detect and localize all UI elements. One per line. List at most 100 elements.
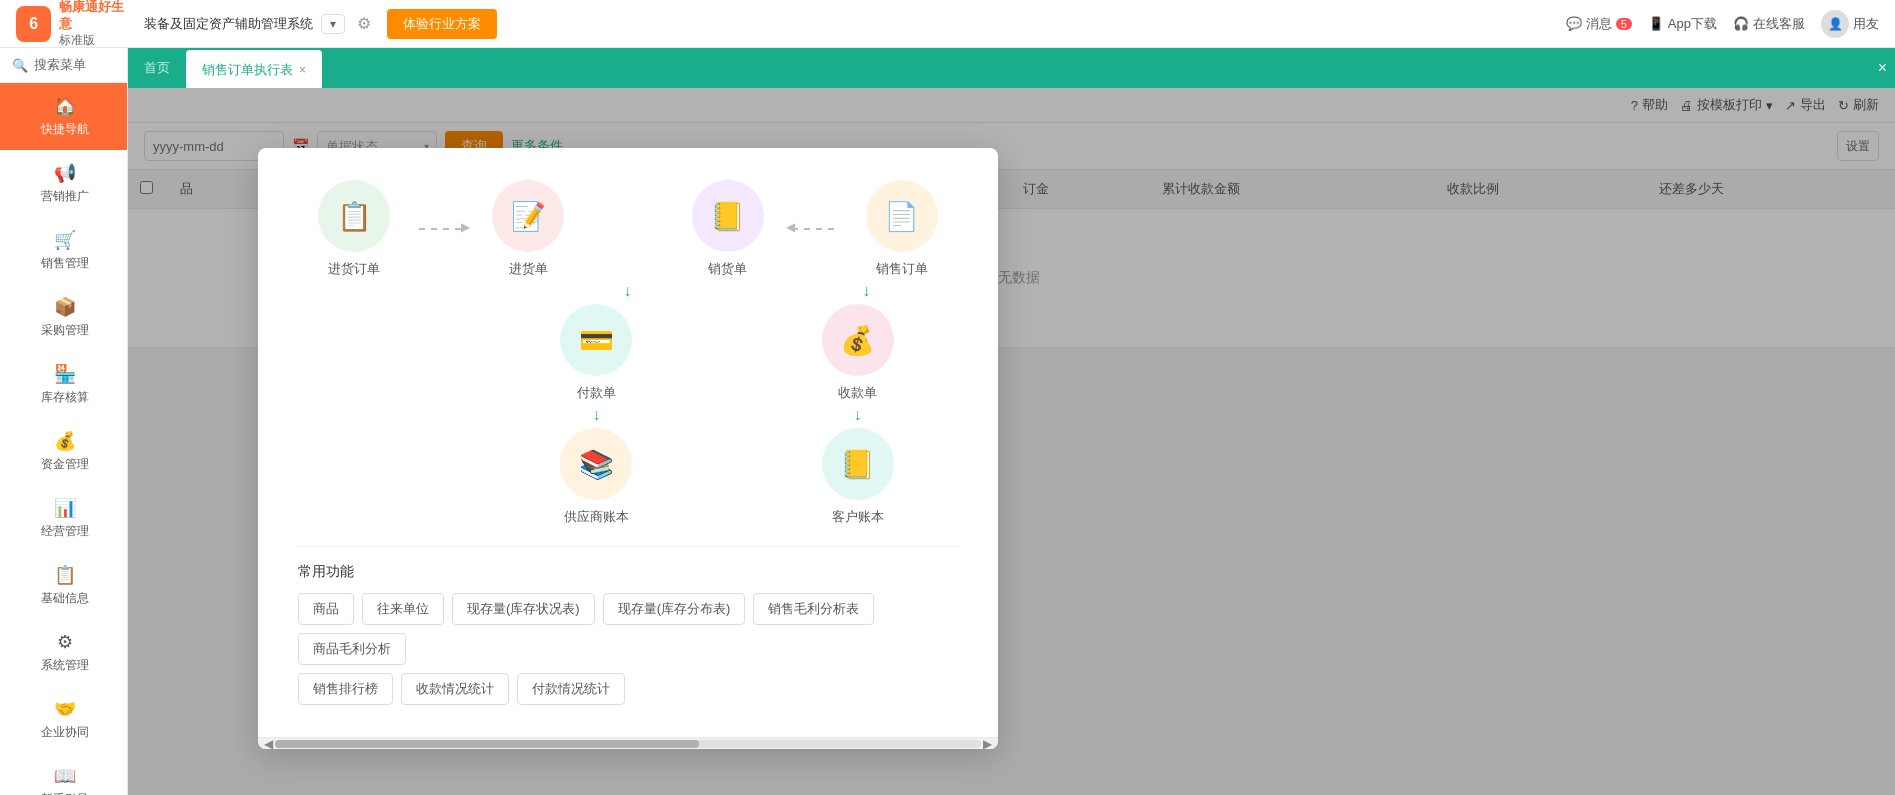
modal-overlay: 📋 进货订单 ▶ 📝 xyxy=(128,88,1895,795)
sidebar-item-sales[interactable]: 🛒 销售管理 xyxy=(0,217,127,284)
common-functions-section: 常用功能 商品 往来单位 现存量(库存状况表) 现存量(库存分布表) 销售毛利分… xyxy=(298,546,958,705)
purchase-bill-label: 进货单 xyxy=(509,260,548,278)
payment-bill-label: 付款单 xyxy=(577,384,616,402)
sidebar-item-operation[interactable]: 📊 经营管理 xyxy=(0,485,127,552)
flow-item-payment: 💳 付款单 xyxy=(298,304,697,402)
flow-item-customer: 📒 客户账本 xyxy=(757,428,958,526)
gap xyxy=(719,282,774,300)
tab-close-button[interactable]: × xyxy=(299,63,306,77)
search-icon: 🔍 xyxy=(12,58,28,73)
page-content: ? 帮助 🖨 按模板打印 ▾ ↗ 导出 ↻ 刷新 xyxy=(128,88,1895,795)
sidebar-item-beginner[interactable]: 📖 新手引导 xyxy=(0,753,127,795)
message-badge: 5 xyxy=(1616,18,1632,30)
flow-bottom-section: 📚 供应商账本 📒 客户账本 xyxy=(298,428,958,526)
flow-item-sales-bill: 📒 销货单 xyxy=(671,180,784,278)
topbar-right: 💬 消息 5 📱 App下载 🎧 在线客服 👤 用友 xyxy=(1566,10,1879,38)
modal-content: 📋 进货订单 ▶ 📝 xyxy=(258,148,998,737)
sidebar-item-enterprise[interactable]: 🤝 企业协同 xyxy=(0,686,127,753)
arrow-down-purchase: ↓ xyxy=(298,282,719,300)
arrow-purchase: ▶ xyxy=(411,228,472,230)
flow-top-section: 📋 进货订单 ▶ 📝 xyxy=(298,180,958,278)
cf-btn-product[interactable]: 商品 xyxy=(298,593,354,625)
marketing-icon: 📢 xyxy=(54,162,76,184)
purchase-bill-icon: 📝 xyxy=(492,180,564,252)
common-functions-row1: 商品 往来单位 现存量(库存状况表) 现存量(库存分布表) 销售毛利分析表 商品… xyxy=(298,593,958,665)
enterprise-icon: 🤝 xyxy=(54,698,76,720)
cf-btn-receipt-stats[interactable]: 收款情况统计 xyxy=(401,673,509,705)
flow-item-sales-order: 📄 销售订单 xyxy=(845,180,958,278)
cf-btn-sales-ranking[interactable]: 销售排行榜 xyxy=(298,673,393,705)
common-functions-title: 常用功能 xyxy=(298,563,958,581)
experience-button[interactable]: 体验行业方案 xyxy=(387,9,497,39)
cf-btn-inventory-dist[interactable]: 现存量(库存分布表) xyxy=(603,593,746,625)
scroll-right-arrow[interactable]: ▶ xyxy=(981,737,994,750)
search-menu-item[interactable]: 🔍 搜索菜单 xyxy=(0,48,127,83)
logo-area: 6 畅康通好生意 标准版 xyxy=(16,0,136,48)
tab-sales-order[interactable]: 销售订单执行表 × xyxy=(186,50,322,90)
sidebar-item-inventory[interactable]: 🏪 库存核算 xyxy=(0,351,127,418)
mobile-icon: 📱 xyxy=(1648,16,1664,31)
flow-item-receipt: 💰 收款单 xyxy=(757,304,958,402)
inventory-icon: 🏪 xyxy=(54,363,76,385)
logo-text: 畅康通好生意 标准版 xyxy=(59,0,136,48)
online-service-button[interactable]: 🎧 在线客服 xyxy=(1733,15,1805,33)
settings-icon[interactable]: ⚙ xyxy=(357,14,371,33)
flow-middle-section: 💳 付款单 💰 收款单 xyxy=(298,304,958,402)
flow-item-purchase-bill: 📝 进货单 xyxy=(472,180,585,278)
home-icon: 🏠 xyxy=(54,95,76,117)
basic-info-icon: 📋 xyxy=(54,564,76,586)
sidebar-item-basic-info[interactable]: 📋 基础信息 xyxy=(0,552,127,619)
receipt-bill-label: 收款单 xyxy=(838,384,877,402)
close-all-tabs-button[interactable]: × xyxy=(1878,59,1887,77)
system-icon: ⚙ xyxy=(57,631,73,653)
cf-btn-counterparty[interactable]: 往来单位 xyxy=(362,593,444,625)
receipt-bill-icon: 💰 xyxy=(822,304,894,376)
supplier-account-label: 供应商账本 xyxy=(564,508,629,526)
system-name-area: 装备及固定资产辅助管理系统 ▾ ⚙ 体验行业方案 xyxy=(144,9,1566,39)
arrow-down-payment: ↓ xyxy=(298,406,697,424)
sidebar-item-system[interactable]: ⚙ 系统管理 xyxy=(0,619,127,686)
cf-btn-payment-stats[interactable]: 付款情况统计 xyxy=(517,673,625,705)
sales-order-icon: 📄 xyxy=(866,180,938,252)
flow-down-arrows-2: ↓ ↓ xyxy=(298,406,958,424)
supplier-account-icon: 📚 xyxy=(560,428,632,500)
operation-icon: 📊 xyxy=(54,497,76,519)
tab-home[interactable]: 首页 xyxy=(128,48,186,88)
avatar: 👤 xyxy=(1821,10,1849,38)
sidebar-item-purchase[interactable]: 📦 采购管理 xyxy=(0,284,127,351)
message-icon: 💬 xyxy=(1566,16,1582,31)
app-download-button[interactable]: 📱 App下载 xyxy=(1648,15,1717,33)
sales-icon: 🛒 xyxy=(54,229,76,251)
arrow-down-sales: ↓ xyxy=(774,282,958,300)
common-functions-row2: 销售排行榜 收款情况统计 付款情况统计 xyxy=(298,673,958,705)
customer-account-icon: 📒 xyxy=(822,428,894,500)
flow-item-purchase-order: 📋 进货订单 xyxy=(298,180,411,278)
sidebar-item-quick-nav[interactable]: 🏠 快捷导航 xyxy=(0,83,127,150)
sales-order-label: 销售订单 xyxy=(876,260,928,278)
flow-left-pair: 📋 进货订单 ▶ 📝 xyxy=(298,180,585,278)
message-button[interactable]: 💬 消息 5 xyxy=(1566,15,1632,33)
sidebar-item-marketing[interactable]: 📢 营销推广 xyxy=(0,150,127,217)
scroll-track[interactable] xyxy=(275,740,981,748)
sidebar-item-finance[interactable]: 💰 资金管理 xyxy=(0,418,127,485)
purchase-icon: 📦 xyxy=(54,296,76,318)
arrow-sales: ◀ xyxy=(784,228,845,230)
scroll-thumb xyxy=(275,740,699,748)
customer-account-label: 客户账本 xyxy=(832,508,884,526)
modal-scrollbar[interactable]: ◀ ▶ xyxy=(258,737,998,749)
arrow-down-receipt: ↓ xyxy=(757,406,958,424)
cf-btn-product-profit[interactable]: 商品毛利分析 xyxy=(298,633,406,665)
flow-down-arrows-1: ↓ ↓ xyxy=(298,282,958,300)
flow-right-pair: 📒 销货单 ◀ 📄 xyxy=(671,180,958,278)
beginner-icon: 📖 xyxy=(54,765,76,787)
scroll-left-arrow[interactable]: ◀ xyxy=(262,737,275,750)
flow-item-supplier: 📚 供应商账本 xyxy=(298,428,697,526)
tab-bar: 首页 销售订单执行表 × × xyxy=(128,48,1895,88)
system-dropdown-button[interactable]: ▾ xyxy=(321,14,345,34)
sidebar: 🔍 搜索菜单 🏠 快捷导航 📢 营销推广 🛒 销售管理 📦 采购管理 🏪 xyxy=(0,48,128,795)
cf-btn-sales-analysis[interactable]: 销售毛利分析表 xyxy=(753,593,874,625)
cf-btn-inventory-status[interactable]: 现存量(库存状况表) xyxy=(452,593,595,625)
user-area[interactable]: 👤 用友 xyxy=(1821,10,1879,38)
payment-bill-icon: 💳 xyxy=(560,304,632,376)
gap3 xyxy=(697,406,757,424)
